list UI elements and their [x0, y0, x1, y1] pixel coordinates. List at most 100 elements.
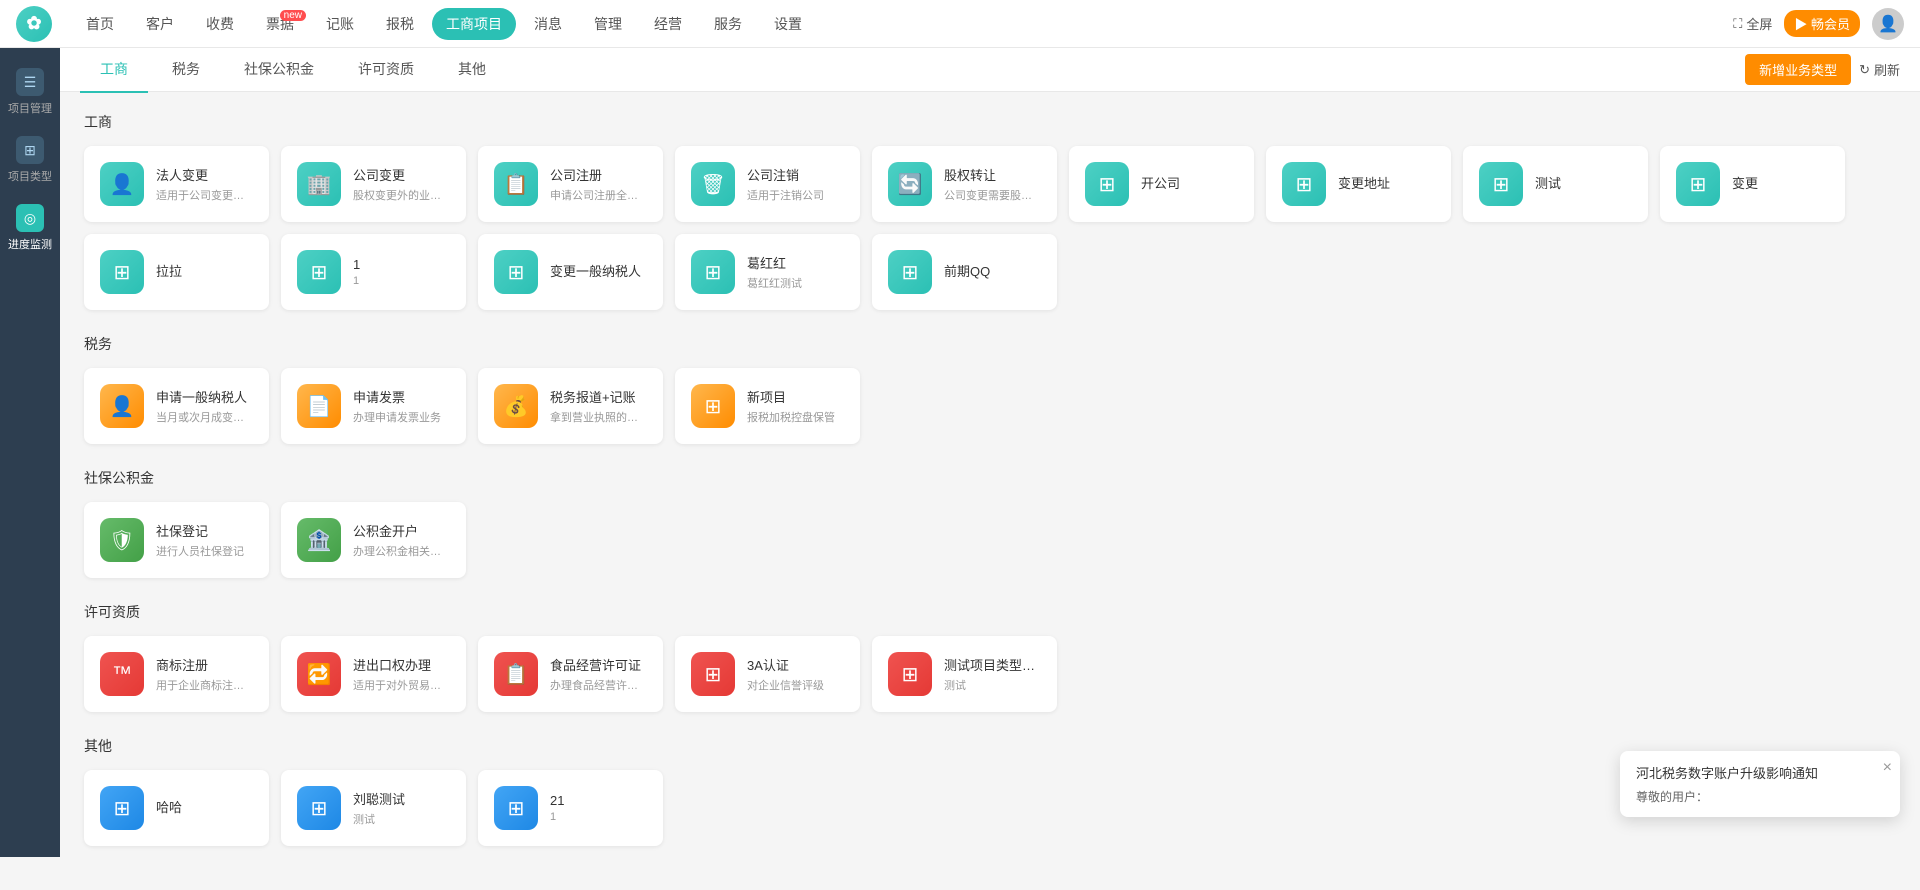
card-icon-lala: ⊞ [100, 250, 144, 294]
card-lala[interactable]: ⊞ 拉拉 [84, 234, 269, 310]
nav-item-invoice[interactable]: 票据new [252, 8, 308, 40]
nav-item-management[interactable]: 管理 [580, 8, 636, 40]
nav-item-bookkeeping[interactable]: 记账 [312, 8, 368, 40]
card-title-test-project-type: 测试项目类型目定义 [944, 655, 1041, 674]
refresh-button[interactable]: ↻ 刷新 [1859, 60, 1900, 79]
add-type-button[interactable]: 新增业务类型 [1745, 54, 1851, 85]
card-icon-food-license: 📋 [494, 652, 538, 696]
fullscreen-icon: ⛶ [1733, 16, 1742, 32]
card-apply-general-taxpayer[interactable]: 👤 申请一般纳税人 当月或次月成变更完成 [84, 368, 269, 444]
tab-tax[interactable]: 税务 [152, 47, 220, 93]
fullscreen-button[interactable]: ⛶ 全屏 [1733, 14, 1772, 33]
card-fund-account[interactable]: 🏦 公积金开户 办理公积金相关业务 [281, 502, 466, 578]
card-desc-one: 1 [353, 275, 450, 287]
refresh-label: 刷新 [1874, 60, 1900, 79]
nav-item-home[interactable]: 首页 [72, 8, 128, 40]
nav-item-tax[interactable]: 报税 [372, 8, 428, 40]
card-ge-hong-hong[interactable]: ⊞ 葛红红 葛红红测试 [675, 234, 860, 310]
card-info-equity-transfer: 股权转让 公司变更需要股权转让 [944, 165, 1041, 203]
tab-industry[interactable]: 工商 [80, 47, 148, 93]
card-title-lala: 拉拉 [156, 261, 253, 280]
card-desc-trademark-reg: 用于企业商标注册服务 [156, 677, 253, 693]
card-new-project[interactable]: ⊞ 新项目 报税加税控盘保管 [675, 368, 860, 444]
card-info-company-cancel: 公司注销 适用于注销公司 [747, 165, 844, 203]
card-change-taxpayer[interactable]: ⊞ 变更一般纳税人 [478, 234, 663, 310]
card-desc-legal-change: 适用于公司变更法人 [156, 187, 253, 203]
card-open-company[interactable]: ⊞ 开公司 [1069, 146, 1254, 222]
card-liu-cong-test[interactable]: ⊞ 刘聪测试 测试 [281, 770, 466, 846]
card-test[interactable]: ⊞ 测试 [1463, 146, 1648, 222]
member-button[interactable]: ▶ 畅会员 [1784, 10, 1860, 37]
sidebar-item-progress-monitor[interactable]: ◎ 进度监测 [0, 194, 60, 262]
card-change[interactable]: ⊞ 变更 [1660, 146, 1845, 222]
card-info-import-export: 进出口权办理 适用于对外贸易经营者 [353, 655, 450, 693]
card-info-early-qq: 前期QQ [944, 261, 1041, 283]
card-title-3a-cert: 3A认证 [747, 655, 844, 674]
card-icon-test: ⊞ [1479, 162, 1523, 206]
notification-title: 河北税务数字账户升级影响通知 [1636, 763, 1884, 782]
sidebar-item-project-type[interactable]: ⊞ 项目类型 [0, 126, 60, 194]
card-icon-apply-invoice: 📄 [297, 384, 341, 428]
card-info-tax-report-bookkeeping: 税务报道+记账 拿到营业执照的新公司 [550, 387, 647, 425]
card-info-one: 1 1 [353, 257, 450, 287]
card-icon-change-address: ⊞ [1282, 162, 1326, 206]
card-haha[interactable]: ⊞ 哈哈 [84, 770, 269, 846]
card-desc-company-change: 股权变更外的业务变更 [353, 187, 450, 203]
fullscreen-label: 全屏 [1746, 14, 1772, 33]
card-3a-cert[interactable]: ⊞ 3A认证 对企业信誉评级 [675, 636, 860, 712]
card-equity-transfer[interactable]: 🔄 股权转让 公司变更需要股权转让 [872, 146, 1057, 222]
nav-item-billing[interactable]: 收费 [192, 8, 248, 40]
card-twenty-one[interactable]: ⊞ 21 1 [478, 770, 663, 846]
nav-item-message[interactable]: 消息 [520, 8, 576, 40]
card-import-export[interactable]: 🔁 进出口权办理 适用于对外贸易经营者 [281, 636, 466, 712]
app-logo: ✿ [16, 6, 52, 42]
card-test-project-type[interactable]: ⊞ 测试项目类型目定义 测试 [872, 636, 1057, 712]
card-info-fund-account: 公积金开户 办理公积金相关业务 [353, 521, 450, 559]
card-desc-apply-invoice: 办理申请发票业务 [353, 409, 450, 425]
nav-item-customer[interactable]: 客户 [132, 8, 188, 40]
card-desc-liu-cong-test: 测试 [353, 811, 450, 827]
card-desc-apply-general-taxpayer: 当月或次月成变更完成 [156, 409, 253, 425]
tab-social-fund[interactable]: 社保公积金 [224, 47, 334, 93]
card-title-social-register: 社保登记 [156, 521, 253, 540]
card-company-reg[interactable]: 📋 公司注册 申请公司注册全流程 [478, 146, 663, 222]
nav-item-settings[interactable]: 设置 [760, 8, 816, 40]
card-info-legal-change: 法人变更 适用于公司变更法人 [156, 165, 253, 203]
card-title-haha: 哈哈 [156, 797, 253, 816]
card-info-test: 测试 [1535, 173, 1632, 195]
industry-section-title: 工商 [84, 112, 1896, 132]
avatar[interactable]: 👤 [1872, 8, 1904, 40]
card-trademark-reg[interactable]: ™ 商标注册 用于企业商标注册服务 [84, 636, 269, 712]
card-one[interactable]: ⊞ 1 1 [281, 234, 466, 310]
card-info-apply-invoice: 申请发票 办理申请发票业务 [353, 387, 450, 425]
notification-close-button[interactable]: × [1883, 759, 1892, 777]
card-desc-food-license: 办理食品经营许可证 [550, 677, 647, 693]
sidebar-icon-project-manage: ☰ [16, 68, 44, 96]
card-icon-apply-general-taxpayer: 👤 [100, 384, 144, 428]
top-nav: ✿ 首页客户收费票据new记账报税工商项目消息管理经营服务设置 ⛶ 全屏 ▶ 畅… [0, 0, 1920, 48]
tab-license[interactable]: 许可资质 [338, 47, 434, 93]
card-info-social-register: 社保登记 进行人员社保登记 [156, 521, 253, 559]
nav-item-service[interactable]: 服务 [700, 8, 756, 40]
sidebar-item-project-manage[interactable]: ☰ 项目管理 [0, 58, 60, 126]
card-apply-invoice[interactable]: 📄 申请发票 办理申请发票业务 [281, 368, 466, 444]
card-title-change-address: 变更地址 [1338, 173, 1435, 192]
card-info-haha: 哈哈 [156, 797, 253, 819]
card-icon-equity-transfer: 🔄 [888, 162, 932, 206]
card-change-address[interactable]: ⊞ 变更地址 [1266, 146, 1451, 222]
nav-item-operation[interactable]: 经营 [640, 8, 696, 40]
card-company-cancel[interactable]: 🗑 公司注销 适用于注销公司 [675, 146, 860, 222]
card-early-qq[interactable]: ⊞ 前期QQ [872, 234, 1057, 310]
card-tax-report-bookkeeping[interactable]: 💰 税务报道+记账 拿到营业执照的新公司 [478, 368, 663, 444]
card-icon-one: ⊞ [297, 250, 341, 294]
card-legal-change[interactable]: 👤 法人变更 适用于公司变更法人 [84, 146, 269, 222]
card-food-license[interactable]: 📋 食品经营许可证 办理食品经营许可证 [478, 636, 663, 712]
card-company-change[interactable]: 🏢 公司变更 股权变更外的业务变更 [281, 146, 466, 222]
nav-item-industry[interactable]: 工商项目 [432, 8, 516, 40]
card-social-register[interactable]: 🛡 社保登记 进行人员社保登记 [84, 502, 269, 578]
card-title-apply-invoice: 申请发票 [353, 387, 450, 406]
card-title-legal-change: 法人变更 [156, 165, 253, 184]
card-icon-ge-hong-hong: ⊞ [691, 250, 735, 294]
sidebar-label-progress-monitor: 进度监测 [8, 236, 52, 252]
tab-other[interactable]: 其他 [438, 47, 506, 93]
